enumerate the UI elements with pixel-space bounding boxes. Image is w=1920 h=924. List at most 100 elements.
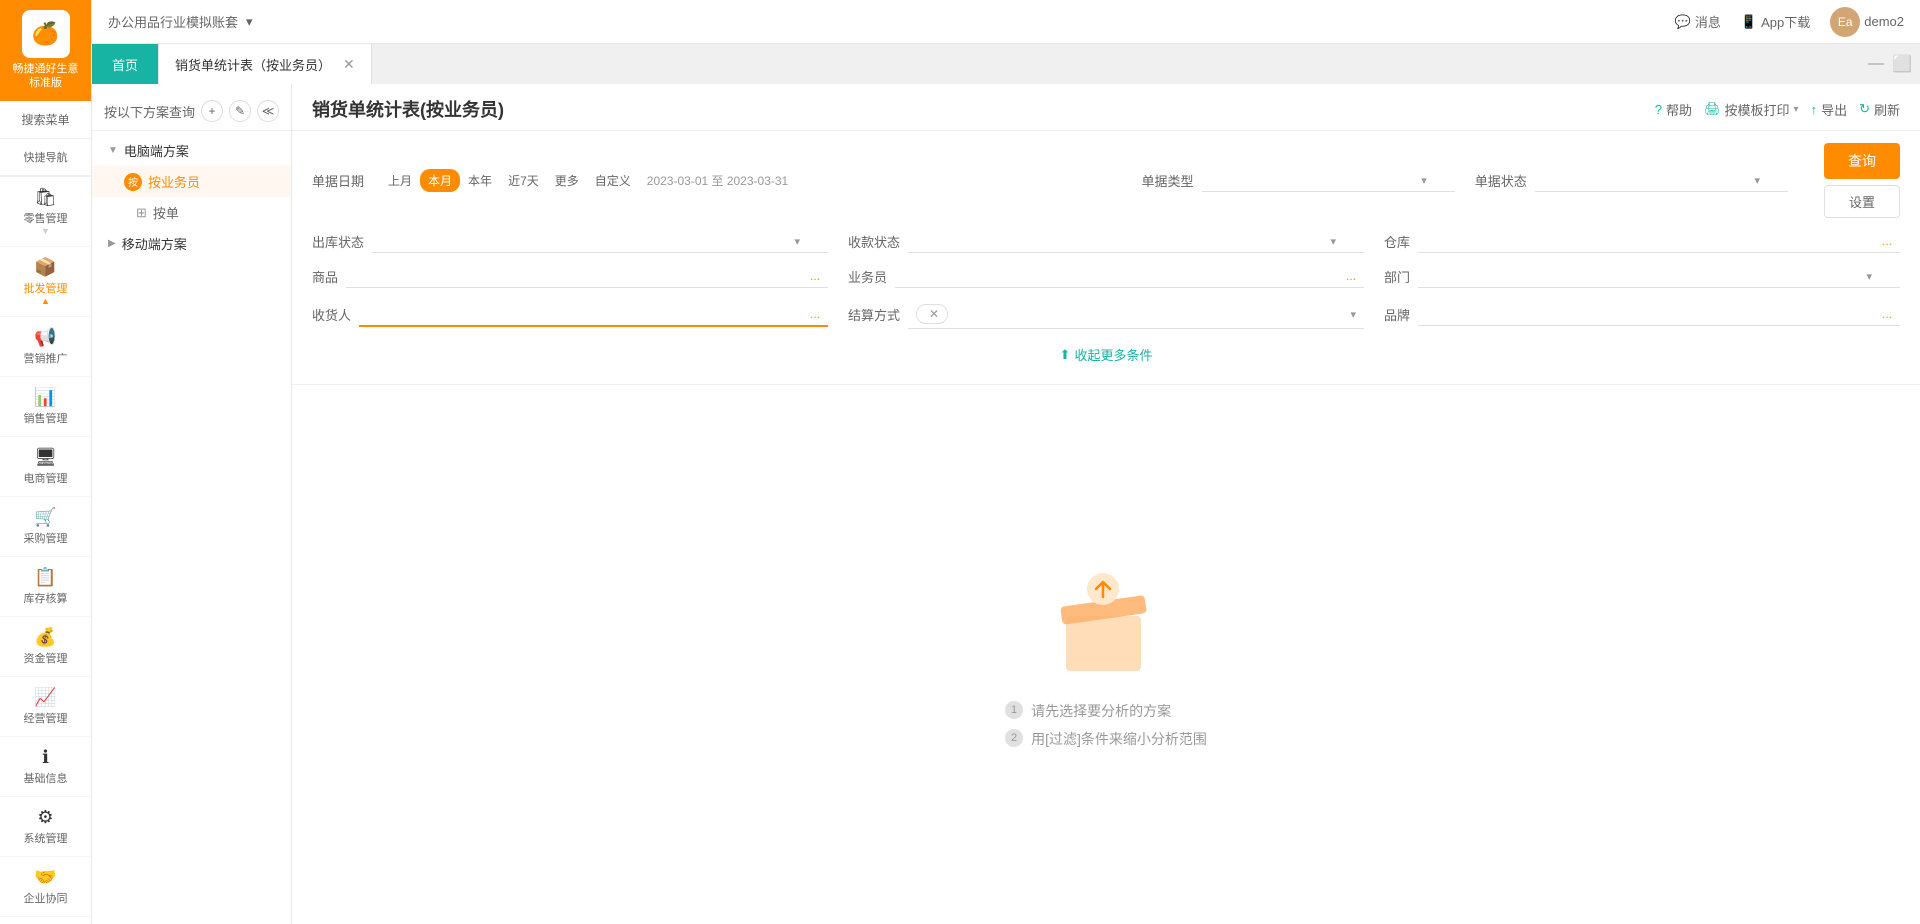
collapse-label[interactable]: 收起更多条件 bbox=[1074, 345, 1152, 364]
sidebar-item-wholesale[interactable]: 📦 批发管理 ▲ bbox=[0, 247, 91, 317]
quick-nav-label[interactable]: 快捷导航 bbox=[24, 149, 68, 165]
tab-home-label[interactable]: 首页 bbox=[112, 55, 138, 74]
date-btn-this-month[interactable]: 本月 bbox=[420, 169, 460, 192]
operations-icon: 📈 bbox=[34, 687, 56, 708]
doc-status-dropdown[interactable]: ▾ bbox=[1535, 170, 1788, 192]
query-button[interactable]: 查询 bbox=[1824, 143, 1900, 179]
doc-type-arrow: ▾ bbox=[1421, 174, 1427, 187]
sidebar-item-guide[interactable]: 🎯 新手引导 bbox=[0, 917, 91, 924]
sidebar-item-system[interactable]: ⚙ 系统管理 bbox=[0, 797, 91, 857]
filter-row-4: 收货人 ... 结算方式 ✕ ▾ bbox=[312, 300, 1900, 329]
user-name[interactable]: demo2 bbox=[1864, 14, 1904, 29]
export-label[interactable]: 导出 bbox=[1821, 100, 1847, 119]
tree-item-mobile[interactable]: ▶ 移动端方案 bbox=[92, 228, 291, 259]
tabbar: 首页 销货单统计表（按业务员） ✕ — ⬜ bbox=[92, 44, 1920, 84]
content-area: 按以下方案查询 + ✎ ≪ ▼ 电脑端方案 按 按业务员 ⊞ 按单 bbox=[92, 84, 1920, 924]
user-profile[interactable]: Ea demo2 bbox=[1830, 7, 1904, 37]
sidebar-item-quick-nav[interactable]: 快捷导航 bbox=[0, 139, 91, 177]
tip-text-1: 请先选择要分析的方案 bbox=[1031, 701, 1171, 721]
sidebar-item-inventory[interactable]: 📋 库存核算 bbox=[0, 557, 91, 617]
date-btn-last-month[interactable]: 上月 bbox=[380, 169, 420, 192]
doc-type-label: 单据类型 bbox=[1141, 171, 1193, 190]
export-icon: ↑ bbox=[1811, 102, 1818, 117]
topbar-dropdown-icon[interactable]: ▾ bbox=[246, 14, 253, 30]
date-btn-this-year[interactable]: 本年 bbox=[460, 169, 500, 192]
settlement-tag-close[interactable]: ✕ bbox=[929, 307, 939, 321]
edit-scheme-btn[interactable]: ✎ bbox=[229, 100, 251, 122]
warehouse-label: 仓库 bbox=[1384, 232, 1410, 251]
filter-item-department: 部门 ▾ bbox=[1384, 266, 1900, 288]
date-btn-7days[interactable]: 近7天 bbox=[500, 169, 547, 192]
message-label[interactable]: 消息 bbox=[1695, 12, 1721, 31]
search-menu[interactable]: 搜索菜单 bbox=[0, 101, 91, 139]
refresh-label[interactable]: 刷新 bbox=[1874, 100, 1900, 119]
doc-type-dropdown[interactable]: ▾ bbox=[1202, 170, 1455, 192]
tab-expand-area: — ⬜ bbox=[1868, 54, 1920, 74]
sidebar-item-basic-info[interactable]: ℹ 基础信息 bbox=[0, 737, 91, 797]
sidebar-item-retail[interactable]: 🛍 零售管理 ▼ bbox=[0, 177, 91, 247]
app-download-btn[interactable]: 📱 App下载 bbox=[1741, 12, 1810, 31]
consignee-input[interactable]: ... bbox=[359, 303, 828, 327]
date-btn-more[interactable]: 更多 bbox=[547, 169, 587, 192]
tab-minimize-btn[interactable]: — bbox=[1868, 55, 1884, 73]
out-status-dropdown[interactable]: ▾ bbox=[372, 231, 828, 253]
goods-label: 商品 bbox=[312, 267, 338, 286]
tree-item-desktop[interactable]: ▼ 电脑端方案 bbox=[92, 135, 291, 166]
refresh-btn[interactable]: ↻ 刷新 bbox=[1859, 100, 1900, 119]
date-btn-custom[interactable]: 自定义 bbox=[587, 169, 639, 192]
filter-item-out-status: 出库状态 ▾ bbox=[312, 231, 828, 253]
department-dropdown[interactable]: ▾ bbox=[1418, 266, 1900, 288]
settings-button[interactable]: 设置 bbox=[1824, 185, 1900, 218]
page-actions: ? 帮助 🖨 按模板打印 ▾ ↑ 导出 ↻ 刷新 bbox=[1655, 100, 1900, 119]
print-btn[interactable]: 🖨 按模板打印 ▾ bbox=[1704, 100, 1799, 119]
brand-more[interactable]: ... bbox=[1882, 307, 1892, 321]
tab-home[interactable]: 首页 bbox=[92, 44, 159, 84]
message-icon: 💬 bbox=[1675, 14, 1691, 30]
topbar-left: 办公用品行业模拟账套 ▾ bbox=[108, 12, 253, 31]
consignee-more[interactable]: ... bbox=[810, 307, 820, 321]
warehouse-more[interactable]: ... bbox=[1882, 234, 1892, 248]
salesperson-more[interactable]: ... bbox=[1346, 269, 1356, 283]
tree-sub-item-salesperson[interactable]: 按 按业务员 bbox=[92, 166, 291, 197]
out-status-label: 出库状态 bbox=[312, 232, 364, 251]
out-status-arrow: ▾ bbox=[794, 235, 800, 248]
tab-maximize-btn[interactable]: ⬜ bbox=[1892, 54, 1912, 74]
sidebar-item-marketing[interactable]: 📢 营销推广 bbox=[0, 317, 91, 377]
add-scheme-btn[interactable]: + bbox=[201, 100, 223, 122]
basic-info-icon: ℹ bbox=[42, 747, 49, 768]
filter-row-2: 出库状态 ▾ 收款状态 ▾ 仓库 bbox=[312, 230, 1900, 253]
collapse-btn[interactable]: ≪ bbox=[257, 100, 279, 122]
tree-sub-item-order[interactable]: ⊞ 按单 bbox=[92, 197, 291, 228]
help-label[interactable]: 帮助 bbox=[1666, 100, 1692, 119]
search-menu-label[interactable]: 搜索菜单 bbox=[21, 113, 69, 127]
brand-input[interactable]: ... bbox=[1418, 303, 1900, 326]
export-btn[interactable]: ↑ 导出 bbox=[1811, 100, 1848, 119]
filter-item-consignee: 收货人 ... bbox=[312, 303, 828, 327]
message-btn[interactable]: 💬 消息 bbox=[1675, 12, 1721, 31]
payment-status-dropdown[interactable]: ▾ bbox=[908, 231, 1364, 253]
help-icon: ? bbox=[1655, 102, 1662, 117]
sidebar-item-finance[interactable]: 💰 资金管理 bbox=[0, 617, 91, 677]
sidebar-item-ecommerce[interactable]: 🖥 电商管理 bbox=[0, 437, 91, 497]
filter-area: 单据日期 上月 本月 本年 近7天 更多 自定义 2023-03-01 至 20… bbox=[292, 131, 1920, 385]
filter-row-1: 单据日期 上月 本月 本年 近7天 更多 自定义 2023-03-01 至 20… bbox=[312, 143, 1900, 218]
salesperson-input[interactable]: ... bbox=[895, 265, 1364, 288]
tab-report[interactable]: 销货单统计表（按业务员） ✕ bbox=[159, 44, 372, 84]
tree-sub-label-order: 按单 bbox=[153, 203, 179, 222]
sidebar-item-operations[interactable]: 📈 经营管理 bbox=[0, 677, 91, 737]
goods-more[interactable]: ... bbox=[810, 269, 820, 283]
app-download-label[interactable]: App下载 bbox=[1761, 12, 1810, 31]
tab-report-label: 销货单统计表（按业务员） bbox=[175, 55, 331, 74]
sidebar-item-sales[interactable]: 📊 销售管理 bbox=[0, 377, 91, 437]
settlement-input[interactable]: ✕ ▾ bbox=[908, 300, 1364, 329]
print-label[interactable]: 按模板打印 bbox=[1725, 100, 1790, 119]
goods-input[interactable]: ... bbox=[346, 265, 828, 288]
sidebar-item-cooperation[interactable]: 🤝 企业协同 bbox=[0, 857, 91, 917]
warehouse-input[interactable]: ... bbox=[1418, 230, 1900, 253]
tree-section: ▼ 电脑端方案 按 按业务员 ⊞ 按单 ▶ 移动端方案 bbox=[92, 131, 291, 263]
sidebar-item-purchase[interactable]: 🛒 采购管理 bbox=[0, 497, 91, 557]
tab-close-icon[interactable]: ✕ bbox=[343, 56, 355, 73]
wholesale-arrow: ▲ bbox=[41, 296, 50, 306]
help-btn[interactable]: ? 帮助 bbox=[1655, 100, 1692, 119]
collapse-conditions-btn[interactable]: ⬆ 收起更多条件 bbox=[1060, 345, 1153, 364]
